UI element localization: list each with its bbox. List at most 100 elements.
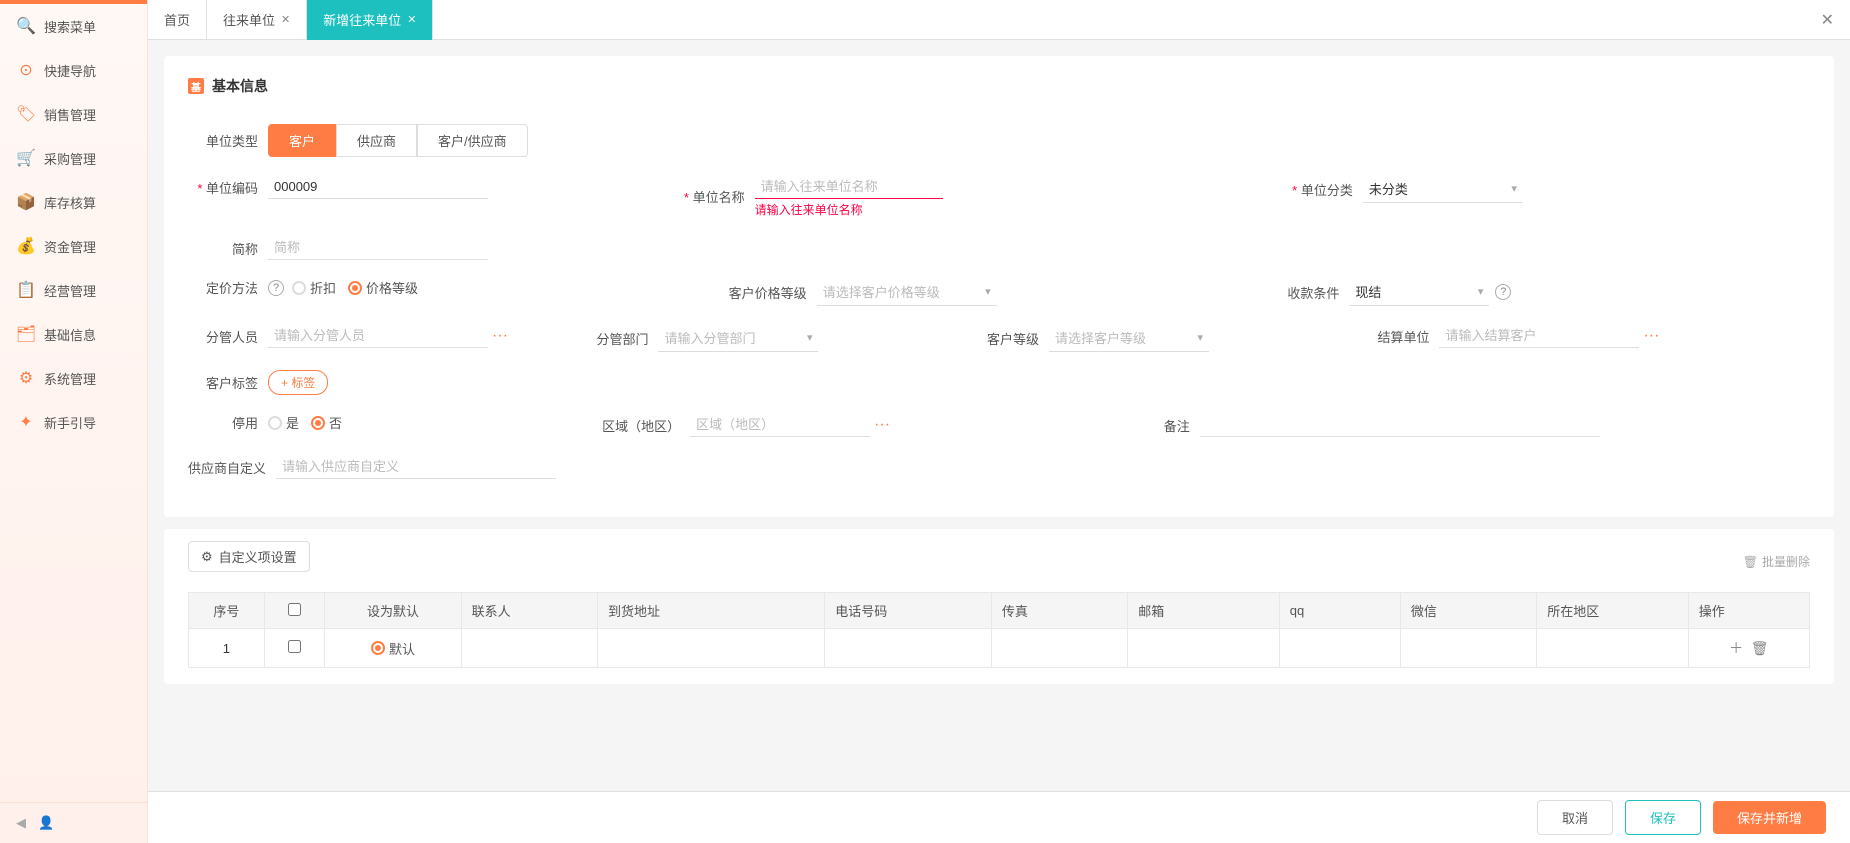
cell-checkbox[interactable] (264, 629, 325, 668)
customer-level-placeholder: 请选择客户等级 (1055, 328, 1146, 347)
section-title: 基 基本信息 (188, 76, 1810, 104)
cell-contact[interactable] (461, 629, 597, 668)
sidebar-item-purchase[interactable]: 🛒 采购管理 (0, 136, 147, 180)
customer-price-level-select[interactable]: 请选择客户价格等级 ▾ (817, 278, 997, 306)
sidebar-item-guide[interactable]: ✦ 新手引导 (0, 400, 147, 444)
remarks-input[interactable] (1200, 413, 1600, 437)
purchase-icon: 🛒 (16, 148, 36, 168)
default-radio-circle (371, 641, 385, 655)
delete-row-button[interactable]: 🗑 (1749, 638, 1771, 659)
user-avatar[interactable]: 👤 (38, 815, 54, 831)
col-phone: 电话号码 (825, 593, 992, 629)
footer: 取消 保存 保存并新增 (148, 791, 1850, 843)
tab-contacts[interactable]: 往来单位 ✕ (207, 0, 307, 40)
customer-price-level-placeholder: 请选择客户价格等级 (823, 282, 940, 301)
col-qq: qq (1279, 593, 1400, 629)
customer-level-field: 客户等级 请选择客户等级 ▾ (969, 324, 1359, 352)
region-table-input[interactable] (1547, 641, 1677, 656)
customer-level-select[interactable]: 请选择客户等级 ▾ (1049, 324, 1209, 352)
add-tag-button[interactable]: + 标签 (268, 370, 328, 395)
cell-email[interactable] (1128, 629, 1279, 668)
sidebar-item-system[interactable]: ⚙ 系统管理 (0, 356, 147, 400)
tabs-close-all[interactable]: ✕ (1805, 10, 1850, 30)
type-btn-supplier[interactable]: 供应商 (336, 124, 417, 157)
save-add-button[interactable]: 保存并新增 (1713, 801, 1826, 834)
col-default: 设为默认 (325, 593, 461, 629)
region-more[interactable]: ··· (870, 416, 894, 434)
disabled-no[interactable]: 否 (311, 413, 342, 432)
type-btn-customer[interactable]: 客户 (268, 124, 336, 157)
unit-name-input[interactable] (755, 175, 943, 199)
customer-tag-row: 客户标签 + 标签 (188, 370, 1810, 395)
qq-input[interactable] (1290, 641, 1390, 656)
wechat-input[interactable] (1411, 641, 1526, 656)
sidebar-item-label: 采购管理 (44, 149, 96, 168)
unit-name-error: 请输入往来单位名称 (755, 201, 943, 218)
sidebar-item-operations[interactable]: 📋 经营管理 (0, 268, 147, 312)
sidebar-item-label: 经营管理 (44, 281, 96, 300)
unit-code-input[interactable] (268, 175, 488, 199)
cell-region[interactable] (1537, 629, 1688, 668)
batch-delete-label: 批量删除 (1762, 553, 1810, 570)
cell-qq[interactable] (1279, 629, 1400, 668)
cell-wechat[interactable] (1400, 629, 1536, 668)
cancel-button[interactable]: 取消 (1537, 800, 1613, 835)
unit-category-select[interactable]: 未分类 ▾ (1363, 175, 1523, 203)
department-select[interactable]: 请输入分管部门 ▾ (658, 324, 818, 352)
pricing-radio-level[interactable]: 价格等级 (348, 278, 418, 297)
default-radio[interactable]: 默认 (335, 639, 450, 658)
tab-new-contact[interactable]: 新增往来单位 ✕ (307, 0, 433, 40)
email-input[interactable] (1138, 641, 1268, 656)
manager-input[interactable] (268, 324, 488, 348)
sidebar-item-finance[interactable]: 💰 资金管理 (0, 224, 147, 268)
cell-address[interactable] (598, 629, 825, 668)
save-button[interactable]: 保存 (1625, 800, 1701, 835)
sidebar-item-inventory[interactable]: 📦 库存核算 (0, 180, 147, 224)
tab-new-contact-close[interactable]: ✕ (407, 13, 416, 26)
guide-icon: ✦ (16, 412, 36, 432)
level-radio-circle (348, 281, 362, 295)
payment-terms-help-icon[interactable]: ? (1495, 284, 1511, 300)
settlement-unit-more[interactable]: ··· (1639, 327, 1663, 345)
row-checkbox[interactable] (288, 640, 301, 653)
batch-delete-btn[interactable]: 🗑 批量删除 (1743, 553, 1810, 570)
supplier-custom-input[interactable] (276, 455, 556, 479)
sidebar-item-basic-info[interactable]: 🗂 基础信息 (0, 312, 147, 356)
pricing-radio-discount[interactable]: 折扣 (292, 278, 336, 297)
pricing-help-icon[interactable]: ? (268, 280, 284, 296)
abbreviation-input[interactable] (268, 236, 488, 260)
home-icon: ⊙ (16, 60, 36, 80)
sidebar-item-quick-nav[interactable]: ⊙ 快捷导航 (0, 48, 147, 92)
address-input[interactable] (608, 641, 814, 656)
fax-input[interactable] (1002, 641, 1117, 656)
disabled-label: 停用 (188, 413, 268, 432)
type-btn-both[interactable]: 客户/供应商 (417, 124, 528, 157)
manager-field: 分管人员 ··· (188, 324, 578, 348)
phone-input[interactable] (835, 641, 981, 656)
disabled-row: 停用 是 否 区域（地区） ··· (188, 413, 1810, 437)
select-all-checkbox[interactable] (288, 603, 301, 616)
sidebar-collapse-icon[interactable]: ◀ (16, 815, 26, 831)
supplier-custom-label: 供应商自定义 (188, 458, 276, 477)
contact-input[interactable] (472, 641, 587, 656)
add-row-button[interactable]: ＋ (1727, 636, 1745, 660)
department-placeholder: 请输入分管部门 (664, 328, 755, 347)
cell-phone[interactable] (825, 629, 992, 668)
disabled-yes[interactable]: 是 (268, 413, 299, 432)
sidebar-item-sales[interactable]: 🏷 销售管理 (0, 92, 147, 136)
unit-name-wrap: 请输入往来单位名称 (755, 175, 943, 218)
pricing-method-field: 定价方法 ? 折扣 价格等级 (188, 278, 729, 297)
tab-home[interactable]: 首页 (148, 0, 207, 40)
unit-code-label: 单位编码 (188, 178, 268, 197)
unit-category-label: 单位分类 (1283, 180, 1363, 199)
payment-terms-select[interactable]: 现结 ▾ (1349, 278, 1489, 306)
manager-more[interactable]: ··· (488, 327, 512, 345)
custom-settings-button[interactable]: ⚙ 自定义项设置 (188, 541, 310, 572)
region-input[interactable] (690, 413, 870, 437)
col-header-checkbox[interactable] (264, 593, 325, 629)
sidebar-item-search[interactable]: 🔍 搜索菜单 (0, 4, 147, 48)
cell-fax[interactable] (991, 629, 1127, 668)
tab-contacts-close[interactable]: ✕ (281, 13, 290, 26)
settlement-unit-input[interactable] (1439, 324, 1639, 348)
disabled-yes-label: 是 (286, 413, 299, 432)
